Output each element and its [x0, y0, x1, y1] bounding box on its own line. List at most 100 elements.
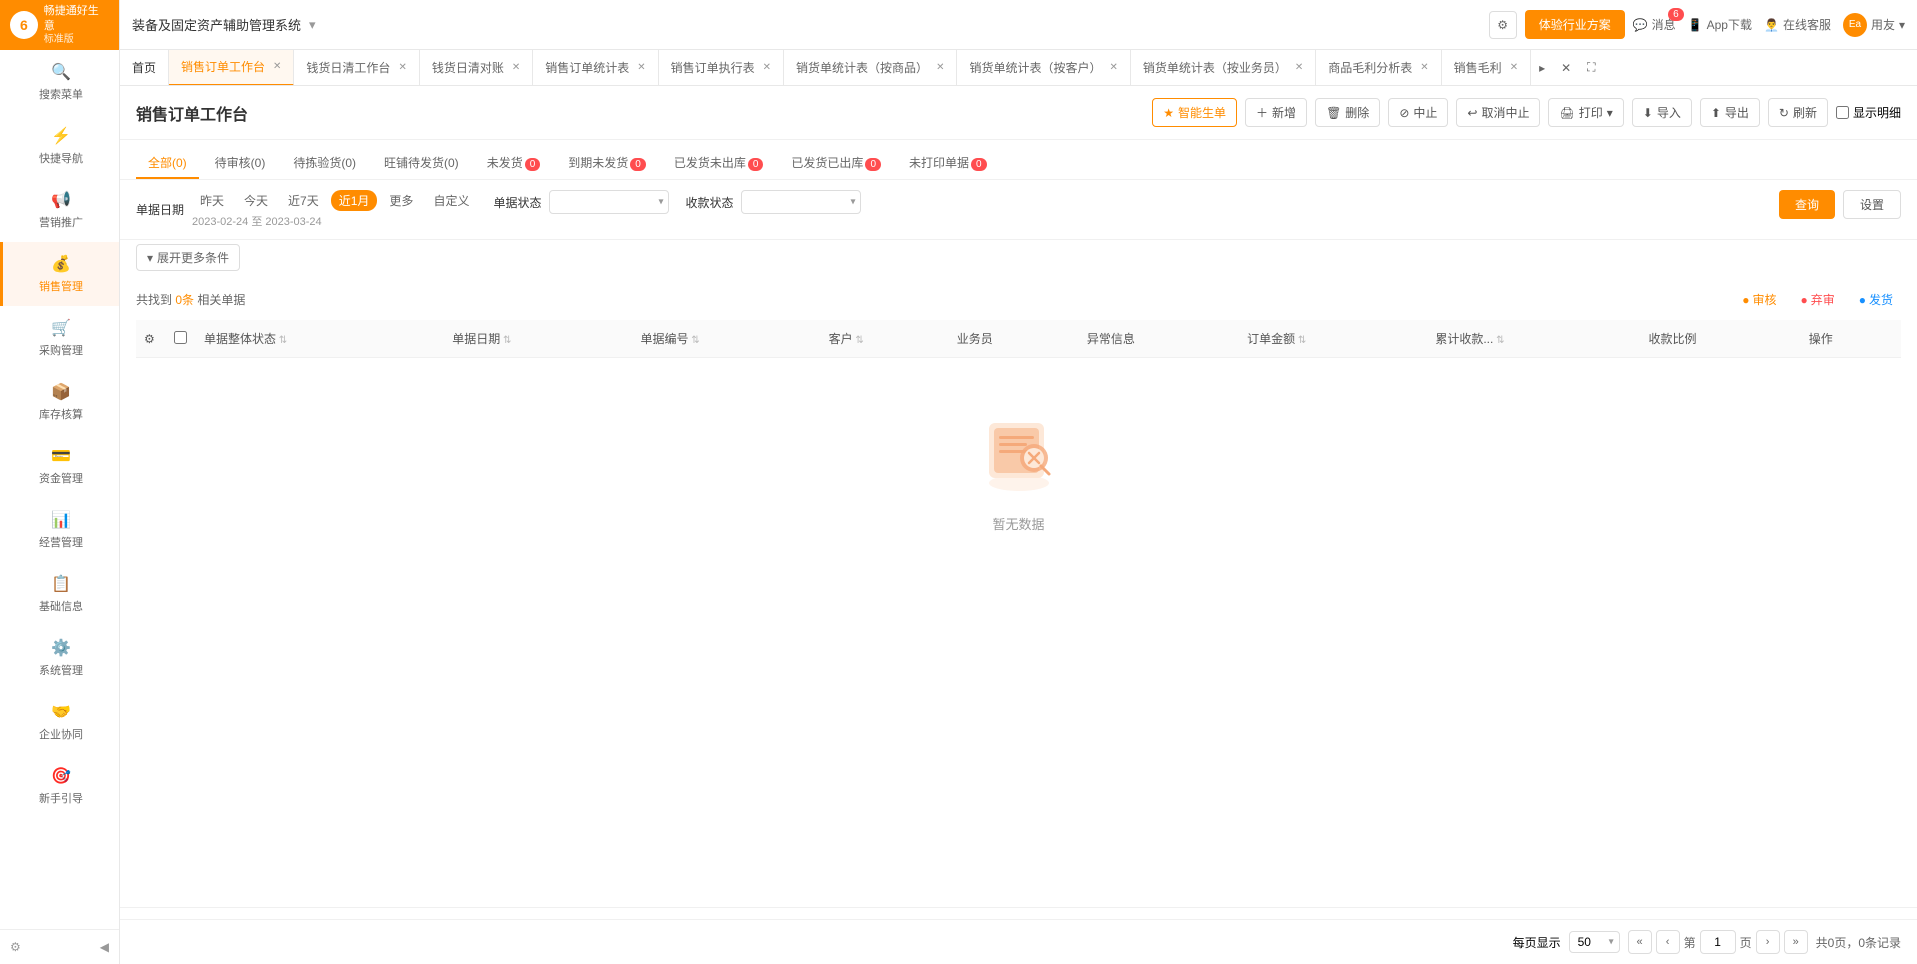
new-btn[interactable]: ＋ 新增: [1245, 98, 1307, 127]
col-number[interactable]: 单据编号: [632, 320, 820, 358]
tab-sales-summary-staff[interactable]: 销货单统计表（按业务员）✕: [1131, 50, 1316, 86]
tab-sales-workbench[interactable]: 销售订单工作台✕: [169, 50, 294, 86]
sub-tab-all[interactable]: 全部(0): [136, 148, 199, 179]
tab-home[interactable]: 首页: [120, 50, 169, 86]
tab-close-gross-margin[interactable]: ✕: [1420, 62, 1428, 73]
last-page-btn[interactable]: »: [1784, 930, 1808, 954]
status-select[interactable]: [549, 190, 669, 214]
delete-btn[interactable]: 🗑 删除: [1315, 98, 1380, 127]
tab-close-sales-summary-staff[interactable]: ✕: [1295, 62, 1303, 73]
sub-tab-shipped-not-out[interactable]: 已发货未出库0: [662, 148, 776, 179]
smart-create-btn[interactable]: ★ 智能生单: [1152, 98, 1237, 127]
col-amount[interactable]: 订单金额: [1239, 320, 1427, 358]
export-btn[interactable]: ⬆ 导出: [1700, 98, 1760, 127]
close-all-icon: ✕: [1561, 61, 1571, 75]
tab-sales-exec[interactable]: 销售订单执行表✕: [659, 50, 784, 86]
col-customer[interactable]: 客户: [821, 320, 949, 358]
tab-gross-margin[interactable]: 商品毛利分析表✕: [1316, 50, 1441, 86]
tab-sales-summary-customer[interactable]: 销货单统计表（按客户）✕: [957, 50, 1130, 86]
sub-tab-overdue-not-shipped[interactable]: 到期未发货0: [556, 148, 658, 179]
date-opt-7days[interactable]: 近7天: [280, 190, 327, 211]
sidebar-item-operations[interactable]: 📊经营管理: [0, 498, 119, 562]
horizontal-scrollbar[interactable]: [120, 907, 1917, 919]
col-collected[interactable]: 累计收款...: [1427, 320, 1640, 358]
sidebar-item-enterprise[interactable]: 🤝企业协同: [0, 690, 119, 754]
tab-sales-profit[interactable]: 销售毛利✕: [1442, 50, 1531, 86]
tab-close-all-btn[interactable]: ✕: [1553, 50, 1579, 86]
next-page-btn[interactable]: ›: [1756, 930, 1780, 954]
tab-close-sales-stats[interactable]: ✕: [637, 62, 645, 73]
set-btn[interactable]: 设置: [1843, 190, 1901, 219]
tab-cash-reconcile[interactable]: 钱货日清对账✕: [420, 50, 533, 86]
query-btn[interactable]: 查询: [1779, 190, 1835, 219]
page-input[interactable]: [1700, 930, 1736, 954]
tab-close-sales-profit[interactable]: ✕: [1510, 62, 1518, 73]
tab-close-sales-workbench[interactable]: ✕: [273, 61, 281, 72]
col-staff[interactable]: 业务员: [949, 320, 1079, 358]
tab-close-sales-summary-customer[interactable]: ✕: [1109, 62, 1117, 73]
sidebar-collapse-icon[interactable]: ◀: [100, 940, 109, 954]
date-opt-more[interactable]: 更多: [381, 190, 421, 211]
tab-close-cash-daily[interactable]: ✕: [398, 62, 406, 73]
sidebar-item-sales[interactable]: 💰销售管理: [0, 242, 119, 306]
tab-close-sales-summary-product[interactable]: ✕: [936, 62, 944, 73]
system-dropdown-icon[interactable]: ▾: [309, 17, 316, 33]
tab-maximize-btn[interactable]: ⛶: [1579, 50, 1603, 86]
sidebar-item-inventory[interactable]: 📦 库存核算: [0, 370, 119, 434]
expand-filter-btn[interactable]: ▾ 展开更多条件: [136, 244, 240, 271]
sub-tab-pending-inspect[interactable]: 待拣验货(0): [281, 148, 368, 179]
sidebar-item-purchase[interactable]: 🛒采购管理: [0, 306, 119, 370]
nav-label-inventory: 库存核算: [39, 406, 83, 422]
first-page-btn[interactable]: «: [1628, 930, 1652, 954]
date-opt-today[interactable]: 今天: [236, 190, 276, 211]
col-settings[interactable]: ⚙: [136, 320, 166, 358]
stop-btn[interactable]: ⊘ 中止: [1388, 98, 1448, 127]
date-opt-yesterday[interactable]: 昨天: [192, 190, 232, 211]
tab-sales-summary-product[interactable]: 销货单统计表（按商品）✕: [784, 50, 957, 86]
col-date[interactable]: 单据日期: [444, 320, 632, 358]
date-opt-custom[interactable]: 自定义: [425, 190, 477, 211]
online-service-btn[interactable]: 👨‍💼 在线客服: [1764, 16, 1831, 33]
sidebar-item-search[interactable]: 🔍搜索菜单: [0, 50, 119, 114]
message-btn[interactable]: 💬 消息 6: [1633, 16, 1676, 33]
cancel-stop-btn[interactable]: ↩ 取消中止: [1456, 98, 1540, 127]
show-detail-checkbox[interactable]: [1836, 106, 1849, 119]
nav-icon-inventory: 📦: [51, 382, 71, 402]
sidebar-item-basic-info[interactable]: 📋基础信息: [0, 562, 119, 626]
sub-tab-not-shipped[interactable]: 未发货0: [475, 148, 553, 179]
sidebar-item-finance[interactable]: 💳资金管理: [0, 434, 119, 498]
sidebar-item-system[interactable]: ⚙️系统管理: [0, 626, 119, 690]
page-size-select[interactable]: 10 20 50 100: [1569, 931, 1620, 953]
tab-close-cash-reconcile[interactable]: ✕: [512, 62, 520, 73]
sidebar-item-guide[interactable]: 🎯新手引导: [0, 754, 119, 818]
ship-action-btn[interactable]: ● 发货: [1851, 287, 1901, 312]
revoke-action-btn[interactable]: ● 弃审: [1792, 287, 1842, 312]
sub-tab-not-printed[interactable]: 未打印单据0: [897, 148, 999, 179]
payment-select[interactable]: [741, 190, 861, 214]
industry-btn[interactable]: 体验行业方案: [1525, 10, 1625, 39]
page-size-wrapper: 10 20 50 100: [1569, 931, 1620, 953]
sidebar-settings-icon[interactable]: ⚙: [10, 940, 21, 954]
sub-tab-pending-audit[interactable]: 待审核(0): [203, 148, 278, 179]
sub-tab-wangpu-pending[interactable]: 旺铺待发货(0): [372, 148, 471, 179]
import-btn[interactable]: ⬇ 导入: [1632, 98, 1692, 127]
tab-sales-stats[interactable]: 销售订单统计表✕: [533, 50, 658, 86]
refresh-btn[interactable]: ↻ 刷新: [1768, 98, 1828, 127]
tab-cash-daily[interactable]: 钱货日清工作台✕: [294, 50, 419, 86]
date-opt-1month[interactable]: 近1月: [331, 190, 378, 211]
sidebar-item-marketing[interactable]: 📢营销推广: [0, 178, 119, 242]
sub-tab-shipped-out[interactable]: 已发货已出库0: [779, 148, 893, 179]
approve-action-btn[interactable]: ● 审核: [1734, 287, 1784, 312]
user-info[interactable]: Ea 用友 ▾: [1843, 13, 1905, 37]
col-checkbox[interactable]: [166, 320, 196, 358]
show-detail-toggle[interactable]: 显示明细: [1836, 104, 1901, 121]
select-all-checkbox[interactable]: [174, 331, 187, 344]
app-download-btn[interactable]: 📱 App下载: [1688, 16, 1752, 33]
tab-close-sales-exec[interactable]: ✕: [763, 62, 771, 73]
tab-more-btn[interactable]: ▸: [1531, 50, 1553, 86]
col-status[interactable]: 单据整体状态: [196, 320, 444, 358]
print-btn[interactable]: 🖨 打印 ▾: [1548, 98, 1623, 127]
gear-button[interactable]: ⚙: [1489, 11, 1517, 39]
prev-page-btn[interactable]: ‹: [1656, 930, 1680, 954]
sidebar-item-quick-nav[interactable]: ⚡快捷导航: [0, 114, 119, 178]
